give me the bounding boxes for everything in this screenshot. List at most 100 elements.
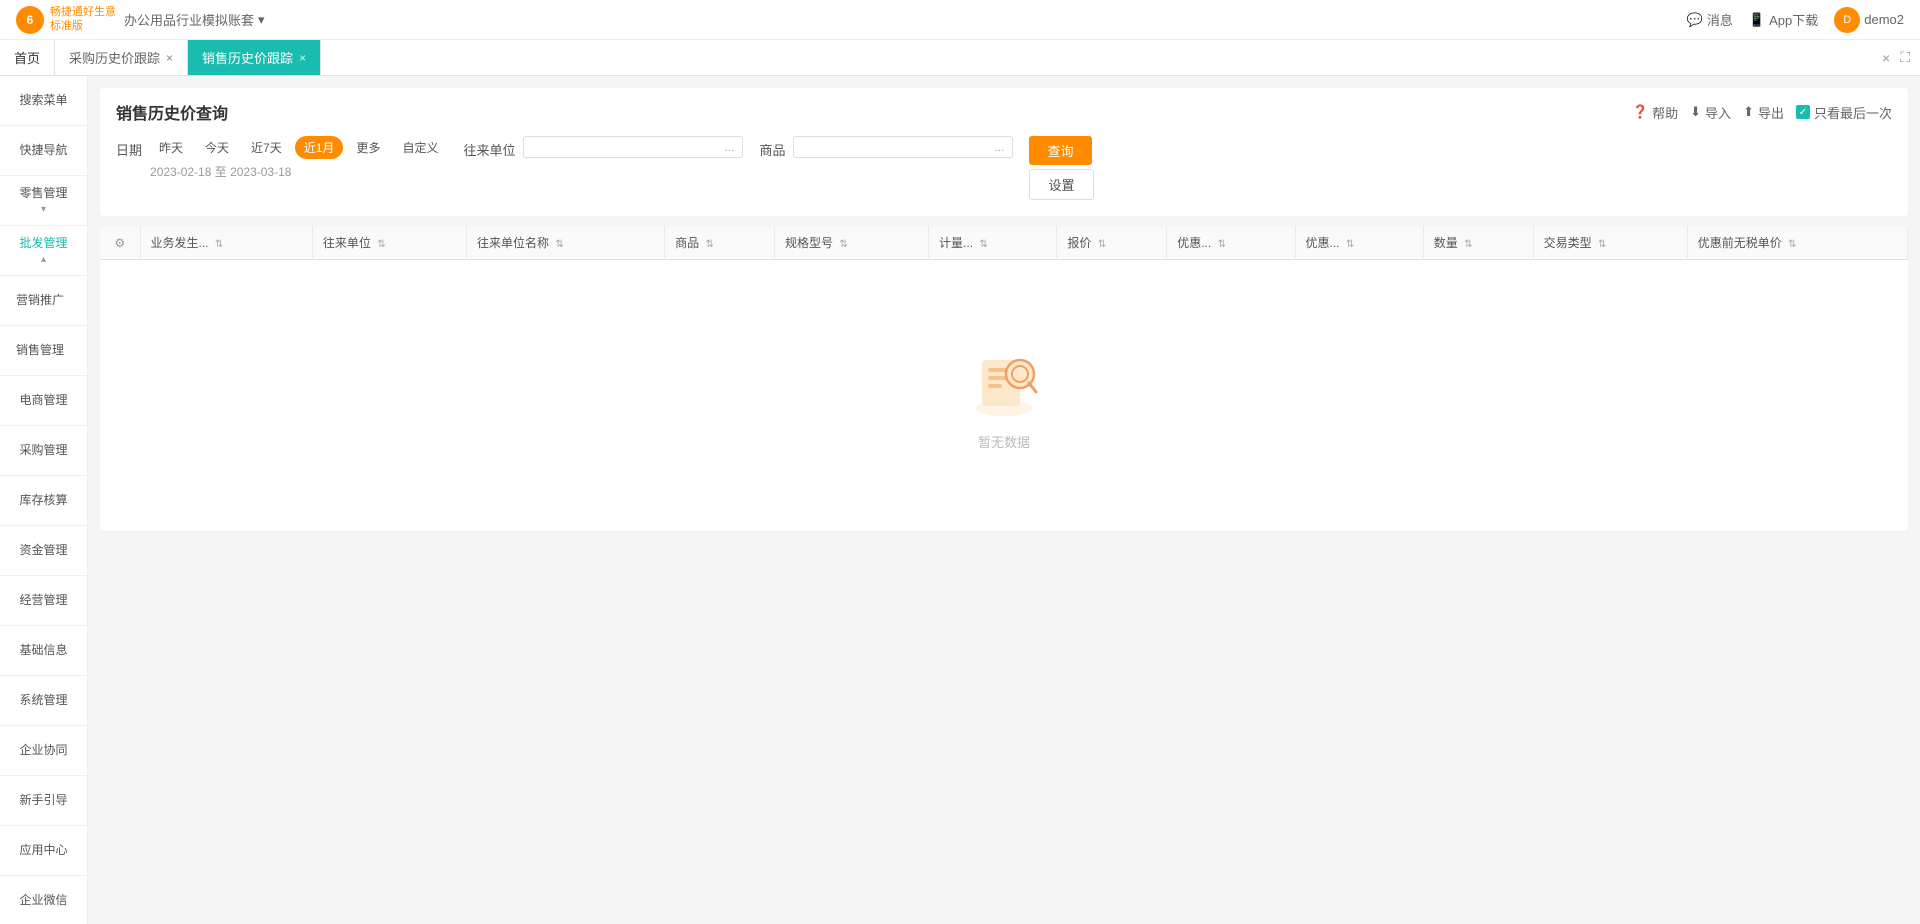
user-area[interactable]: D demo2 <box>1834 7 1904 33</box>
goods-filter-group: 商品 ... <box>759 136 1013 159</box>
tab-purchase-history-close[interactable]: × <box>166 51 173 65</box>
tab-actions: × ⛶ <box>1872 40 1920 75</box>
col-trade-type-sort[interactable]: ⇅ <box>1598 239 1606 250</box>
filter-last7[interactable]: 近7天 <box>242 136 291 159</box>
col-counterpart-code-sort[interactable]: ⇅ <box>377 239 385 250</box>
sidebar-item-finance[interactable]: 资金管理 <box>0 526 87 576</box>
col-spec[interactable]: 规格型号 ⇅ <box>775 226 929 260</box>
query-button[interactable]: 查询 <box>1029 136 1091 165</box>
sidebar-item-quick-nav[interactable]: 快捷导航 <box>0 126 87 176</box>
col-goods-sort[interactable]: ⇅ <box>705 239 713 250</box>
only-last-checkbox[interactable]: ✓ <box>1796 105 1810 119</box>
help-icon: ❓ <box>1632 104 1648 120</box>
tab-purchase-history[interactable]: 采购历史价跟踪 × <box>55 40 188 75</box>
sidebar-item-marketing[interactable]: 营销推广 <box>0 276 87 326</box>
sidebar-item-retail-mgmt[interactable]: 零售管理 ▾ <box>0 176 87 226</box>
filter-last1month[interactable]: 近1月 <box>295 136 344 159</box>
message-btn[interactable]: 💬 消息 <box>1687 10 1733 29</box>
sidebar-app-center-label: 应用中心 <box>19 843 67 859</box>
filter-custom[interactable]: 自定义 <box>393 136 447 159</box>
settings-button[interactable]: 设置 <box>1029 169 1093 200</box>
sidebar-sales-mgmt-label: 销售管理 <box>16 343 64 359</box>
table-head: ⚙ 业务发生... ⇅ 往来单位 ⇅ 往来单位名称 <box>100 226 1908 260</box>
sidebar-item-app-center[interactable]: 应用中心 <box>0 826 87 876</box>
goods-input[interactable]: ... <box>793 136 1013 158</box>
tab-home[interactable]: 首页 <box>0 40 55 75</box>
avatar: D <box>1834 7 1860 33</box>
date-filter-label: 日期 <box>116 136 142 159</box>
col-pretax-price-sort[interactable]: ⇅ <box>1788 239 1796 250</box>
sidebar-item-wholesale-mgmt[interactable]: 批发管理 ▴ <box>0 226 87 276</box>
top-bar: 6 畅捷通好生意 标准版 办公用品行业模拟账套 ▾ 💬 消息 📱 App下载 D… <box>0 0 1920 40</box>
sidebar-item-inventory[interactable]: 库存核算 <box>0 476 87 526</box>
sidebar-item-purchase[interactable]: 采购管理 <box>0 426 87 476</box>
sidebar-item-newbie[interactable]: 新手引导 <box>0 776 87 826</box>
sidebar-item-ecommerce[interactable]: 电商管理 <box>0 376 87 426</box>
col-settings[interactable]: ⚙ <box>100 226 140 260</box>
sidebar-item-system[interactable]: 系统管理 <box>0 676 87 726</box>
col-business-date[interactable]: 业务发生... ⇅ <box>140 226 312 260</box>
tab-maximize-btn[interactable]: ⛶ <box>1900 49 1910 66</box>
tab-sales-history[interactable]: 销售历史价跟踪 × <box>188 40 321 75</box>
counterpart-filter-group: 往来单位 ... <box>463 136 743 159</box>
col-business-date-sort[interactable]: ⇅ <box>215 239 223 250</box>
table-settings-icon[interactable]: ⚙ <box>114 236 125 250</box>
export-btn[interactable]: ⬆ 导出 <box>1743 103 1784 122</box>
message-label: 消息 <box>1707 10 1733 29</box>
filter-more[interactable]: 更多 <box>347 136 389 159</box>
tab-bar: 首页 采购历史价跟踪 × 销售历史价跟踪 × × ⛶ <box>0 40 1920 76</box>
only-last-label: 只看最后一次 <box>1814 103 1892 122</box>
import-btn[interactable]: ⬇ 导入 <box>1690 103 1731 122</box>
col-trade-type[interactable]: 交易类型 ⇅ <box>1533 226 1687 260</box>
app-download-btn[interactable]: 📱 App下载 <box>1749 10 1818 29</box>
col-counterpart-name[interactable]: 往来单位名称 ⇅ <box>466 226 664 260</box>
breadcrumb-text: 办公用品行业模拟账套 <box>124 10 254 29</box>
tab-close-btn[interactable]: × <box>1882 50 1890 66</box>
goods-filter-label: 商品 <box>759 136 785 159</box>
breadcrumb-dropdown-icon[interactable]: ▾ <box>258 12 265 28</box>
tab-sales-history-close[interactable]: × <box>299 51 306 65</box>
col-pretax-price[interactable]: 优惠前无税单价 ⇅ <box>1687 226 1907 260</box>
help-btn[interactable]: ❓ 帮助 <box>1632 103 1678 122</box>
sidebar-item-ops[interactable]: 经营管理 <box>0 576 87 626</box>
col-quote-sort[interactable]: ⇅ <box>1098 239 1106 250</box>
col-discount2-sort[interactable]: ⇅ <box>1346 239 1354 250</box>
col-counterpart-code[interactable]: 往来单位 ⇅ <box>312 226 466 260</box>
col-qty[interactable]: 数量 ⇅ <box>1423 226 1533 260</box>
only-last-area[interactable]: ✓ 只看最后一次 <box>1796 103 1892 122</box>
filter-yesterday[interactable]: 昨天 <box>150 136 192 159</box>
sidebar-quick-nav-label: 快捷导航 <box>19 143 67 159</box>
col-unit[interactable]: 计量... ⇅ <box>929 226 1057 260</box>
counterpart-input[interactable]: ... <box>523 136 743 158</box>
col-qty-sort[interactable]: ⇅ <box>1464 239 1472 250</box>
sidebar-ecommerce-label: 电商管理 <box>19 393 67 409</box>
page-title-row: 销售历史价查询 ❓ 帮助 ⬇ 导入 ⬆ 导出 <box>116 100 1892 124</box>
col-discount2[interactable]: 优惠... ⇅ <box>1295 226 1423 260</box>
date-filter-buttons: 昨天 今天 近7天 近1月 更多 自定义 <box>150 136 447 159</box>
sidebar-item-search-menu[interactable]: 搜索菜单 <box>0 76 87 126</box>
sidebar-enterprise-wechat-label: 企业微信 <box>19 893 67 909</box>
col-business-date-label: 业务发生... <box>151 236 209 250</box>
import-label: 导入 <box>1705 103 1731 122</box>
date-filter-options: 昨天 今天 近7天 近1月 更多 自定义 2023-02-18 至 2023-0… <box>150 136 447 180</box>
col-discount1-label: 优惠... <box>1177 236 1211 250</box>
sidebar-search-menu-label: 搜索菜单 <box>19 93 67 109</box>
page-toolbar: ❓ 帮助 ⬇ 导入 ⬆ 导出 ✓ 只看最后一次 <box>1632 103 1892 122</box>
col-qty-label: 数量 <box>1434 236 1458 250</box>
col-discount2-label: 优惠... <box>1306 236 1340 250</box>
tab-sales-history-label: 销售历史价跟踪 <box>202 48 293 67</box>
sidebar-inventory-label: 库存核算 <box>19 493 67 509</box>
col-counterpart-name-sort[interactable]: ⇅ <box>555 239 563 250</box>
col-spec-sort[interactable]: ⇅ <box>839 239 847 250</box>
col-discount1[interactable]: 优惠... ⇅ <box>1167 226 1295 260</box>
sidebar-item-enterprise-wechat[interactable]: 企业微信 <box>0 876 87 924</box>
col-discount1-sort[interactable]: ⇅ <box>1218 239 1226 250</box>
sidebar-item-enterprise-collab[interactable]: 企业协同 <box>0 726 87 776</box>
sidebar-item-basic-info[interactable]: 基础信息 <box>0 626 87 676</box>
col-unit-sort[interactable]: ⇅ <box>979 239 987 250</box>
sidebar-item-sales-mgmt[interactable]: 销售管理 <box>0 326 87 376</box>
col-quote[interactable]: 报价 ⇅ <box>1057 226 1167 260</box>
col-goods[interactable]: 商品 ⇅ <box>665 226 775 260</box>
sidebar-purchase-label: 采购管理 <box>19 443 67 459</box>
filter-today[interactable]: 今天 <box>196 136 238 159</box>
